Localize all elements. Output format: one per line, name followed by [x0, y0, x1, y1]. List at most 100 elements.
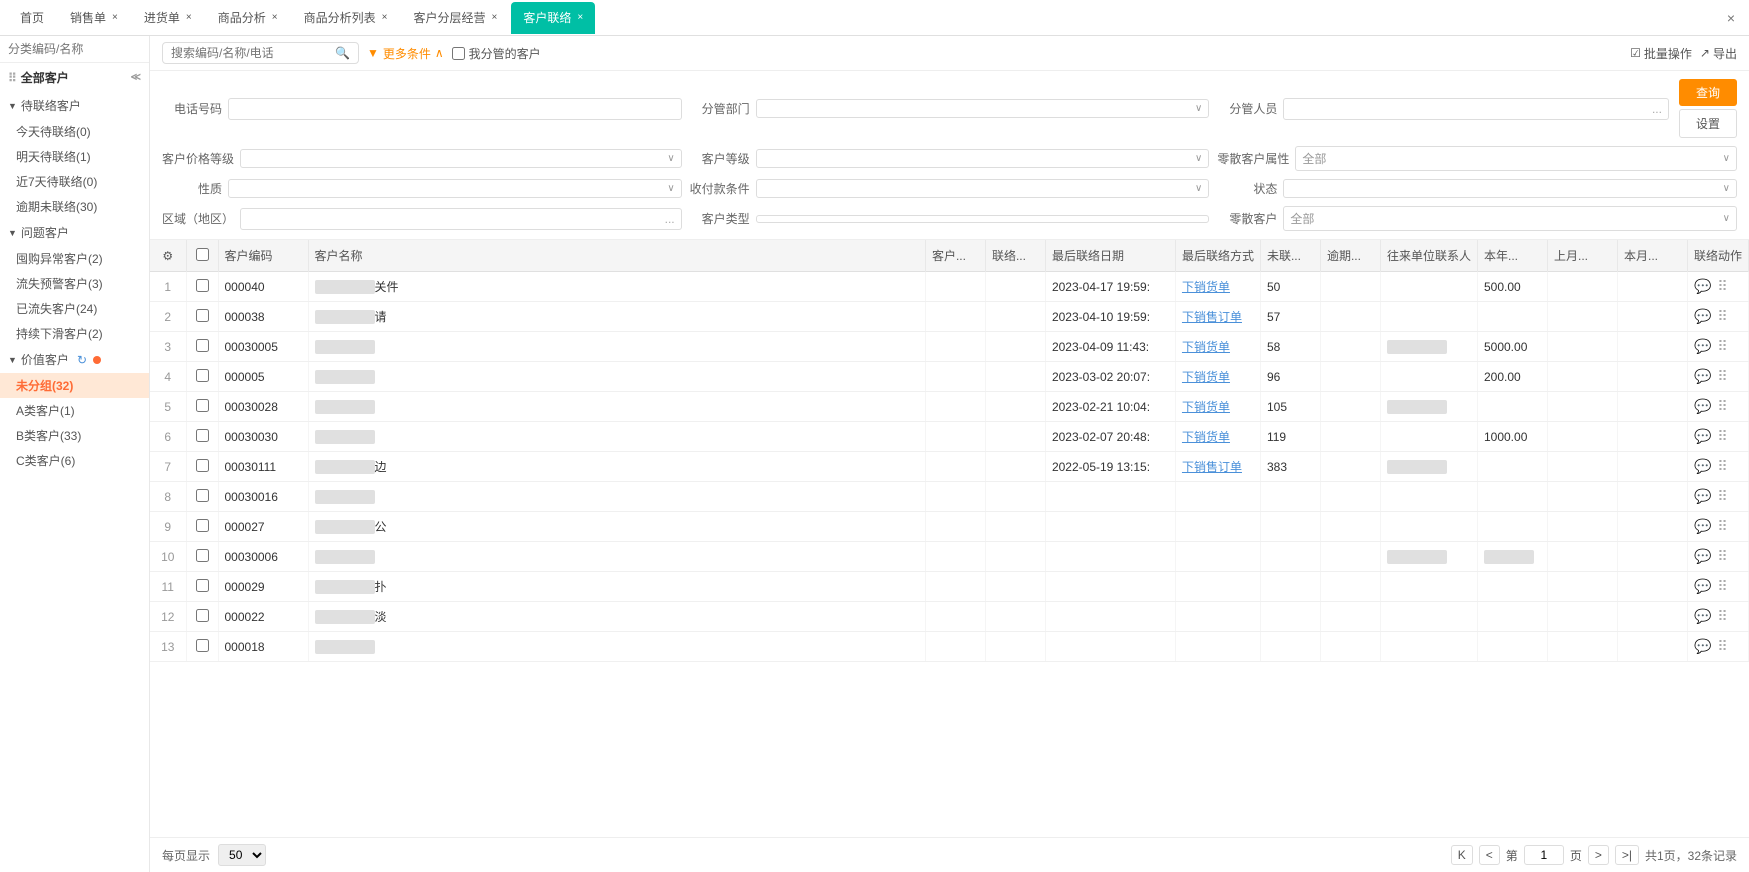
row-checkbox[interactable] — [196, 489, 209, 502]
method-link[interactable]: 下销货单 — [1182, 370, 1230, 384]
region-select[interactable]: ... — [240, 208, 682, 230]
sidebar-item-class-a[interactable]: A类客户(1) — [0, 398, 149, 423]
row-check[interactable] — [186, 272, 218, 302]
row-checkbox[interactable] — [196, 519, 209, 532]
phone-input[interactable] — [228, 98, 682, 120]
manager-select[interactable]: ... — [1283, 98, 1669, 120]
method-link[interactable]: 下销货单 — [1182, 280, 1230, 294]
method-link[interactable]: 下销售订单 — [1182, 310, 1242, 324]
sidebar-item-churn-warning[interactable]: 流失预警客户(3) — [0, 271, 149, 296]
contact-action-icon[interactable]: 💬 — [1694, 578, 1711, 595]
page-number-input[interactable] — [1524, 845, 1564, 865]
query-button[interactable]: 查询 — [1679, 79, 1737, 106]
row-check[interactable] — [186, 362, 218, 392]
reset-button[interactable]: 设置 — [1679, 109, 1737, 138]
tab-analysis-list-close[interactable]: × — [382, 12, 388, 23]
my-customers-checkbox[interactable] — [452, 47, 465, 60]
more-action-icon[interactable]: ⠿ — [1717, 278, 1727, 295]
row-checkbox[interactable] — [196, 339, 209, 352]
tab-customer-tier[interactable]: 客户分层经营 × — [401, 2, 509, 34]
more-action-icon[interactable]: ⠿ — [1717, 548, 1727, 565]
sidebar-item-overdue-pending[interactable]: 逾期未联络(30) — [0, 194, 149, 219]
export-btn[interactable]: ↗ 导出 — [1700, 45, 1737, 62]
sidebar-item-today-pending[interactable]: 今天待联络(0) — [0, 119, 149, 144]
search-icon[interactable]: 🔍 — [335, 46, 350, 60]
row-checkbox[interactable] — [196, 609, 209, 622]
row-check[interactable] — [186, 632, 218, 662]
check-all-checkbox[interactable] — [196, 248, 209, 261]
more-action-icon[interactable]: ⠿ — [1717, 398, 1727, 415]
sidebar-item-ungrouped[interactable]: 未分组(32) — [0, 373, 149, 398]
more-action-icon[interactable]: ⠿ — [1717, 488, 1727, 505]
more-action-icon[interactable]: ⠿ — [1717, 458, 1727, 475]
prev-page-btn[interactable]: < — [1479, 845, 1500, 865]
batch-op-btn[interactable]: ☑ 批量操作 — [1630, 45, 1692, 62]
settings-th[interactable]: ⚙ — [150, 240, 186, 272]
customer-level-select[interactable]: ∨ — [756, 149, 1210, 168]
contact-action-icon[interactable]: 💬 — [1694, 488, 1711, 505]
tab-customer-tier-close[interactable]: × — [491, 12, 497, 23]
category-search-input[interactable] — [8, 42, 150, 56]
nature-select[interactable]: ∨ — [228, 179, 682, 198]
row-check[interactable] — [186, 302, 218, 332]
customer-type-select[interactable] — [756, 215, 1210, 223]
sidebar-item-churned[interactable]: 已流失客户(24) — [0, 296, 149, 321]
retail-customer-select[interactable]: 全部 ∨ — [1283, 206, 1737, 231]
dept-select[interactable]: ∨ — [756, 99, 1210, 118]
tab-analysis-close[interactable]: × — [272, 12, 278, 23]
tab-purchase-close[interactable]: × — [186, 12, 192, 23]
row-checkbox[interactable] — [196, 639, 209, 652]
sidebar-item-class-c[interactable]: C类客户(6) — [0, 448, 149, 473]
sidebar-item-tomorrow-pending[interactable]: 明天待联络(1) — [0, 144, 149, 169]
method-link[interactable]: 下销货单 — [1182, 430, 1230, 444]
more-conditions-btn[interactable]: ▼ 更多条件 ∧ — [367, 45, 444, 62]
tab-customer-contact-close[interactable]: × — [577, 12, 583, 23]
row-checkbox[interactable] — [196, 429, 209, 442]
tab-sales-close[interactable]: × — [112, 12, 118, 23]
payment-select[interactable]: ∨ — [756, 179, 1210, 198]
region-ellipsis-icon[interactable]: ... — [665, 212, 675, 226]
row-checkbox[interactable] — [196, 369, 209, 382]
check-all-th[interactable] — [186, 240, 218, 272]
window-close-button[interactable]: × — [1721, 8, 1741, 28]
tab-analysis-list[interactable]: 商品分析列表 × — [292, 2, 400, 34]
row-checkbox[interactable] — [196, 459, 209, 472]
contact-action-icon[interactable]: 💬 — [1694, 458, 1711, 475]
refresh-icon[interactable]: ↻ — [77, 353, 87, 367]
contact-action-icon[interactable]: 💬 — [1694, 548, 1711, 565]
sidebar-item-7day-pending[interactable]: 近7天待联络(0) — [0, 169, 149, 194]
pending-section-title[interactable]: ▼ 待联络客户 — [0, 92, 149, 119]
more-action-icon[interactable]: ⠿ — [1717, 338, 1727, 355]
contact-action-icon[interactable]: 💬 — [1694, 428, 1711, 445]
more-action-icon[interactable]: ⠿ — [1717, 638, 1727, 655]
all-customers-header[interactable]: ⠿ 全部客户 ≪ — [0, 63, 149, 92]
method-link[interactable]: 下销货单 — [1182, 340, 1230, 354]
method-link[interactable]: 下销货单 — [1182, 400, 1230, 414]
status-select[interactable]: ∨ — [1283, 179, 1737, 198]
row-check[interactable] — [186, 512, 218, 542]
first-page-btn[interactable]: K — [1451, 845, 1473, 865]
row-check[interactable] — [186, 572, 218, 602]
row-checkbox[interactable] — [196, 279, 209, 292]
last-page-btn[interactable]: >| — [1615, 845, 1639, 865]
my-customers-checkbox-label[interactable]: 我分管的客户 — [452, 45, 541, 62]
row-check[interactable] — [186, 422, 218, 452]
contact-action-icon[interactable]: 💬 — [1694, 638, 1711, 655]
row-checkbox[interactable] — [196, 399, 209, 412]
row-check[interactable] — [186, 602, 218, 632]
contact-action-icon[interactable]: 💬 — [1694, 338, 1711, 355]
score-section-title[interactable]: ▼ 价值客户 ↻ — [0, 346, 149, 373]
more-action-icon[interactable]: ⠿ — [1717, 308, 1727, 325]
tab-analysis[interactable]: 商品分析 × — [206, 2, 290, 34]
method-link[interactable]: 下销售订单 — [1182, 460, 1242, 474]
more-action-icon[interactable]: ⠿ — [1717, 368, 1727, 385]
tab-sales[interactable]: 销售单 × — [58, 2, 130, 34]
sidebar-item-abnormal[interactable]: 囤购异常客户(2) — [0, 246, 149, 271]
contact-action-icon[interactable]: 💬 — [1694, 308, 1711, 325]
problem-section-title[interactable]: ▼ 问题客户 — [0, 219, 149, 246]
row-checkbox[interactable] — [196, 579, 209, 592]
sidebar-item-declining[interactable]: 持续下滑客户(2) — [0, 321, 149, 346]
tab-purchase[interactable]: 进货单 × — [132, 2, 204, 34]
more-action-icon[interactable]: ⠿ — [1717, 518, 1727, 535]
row-check[interactable] — [186, 452, 218, 482]
